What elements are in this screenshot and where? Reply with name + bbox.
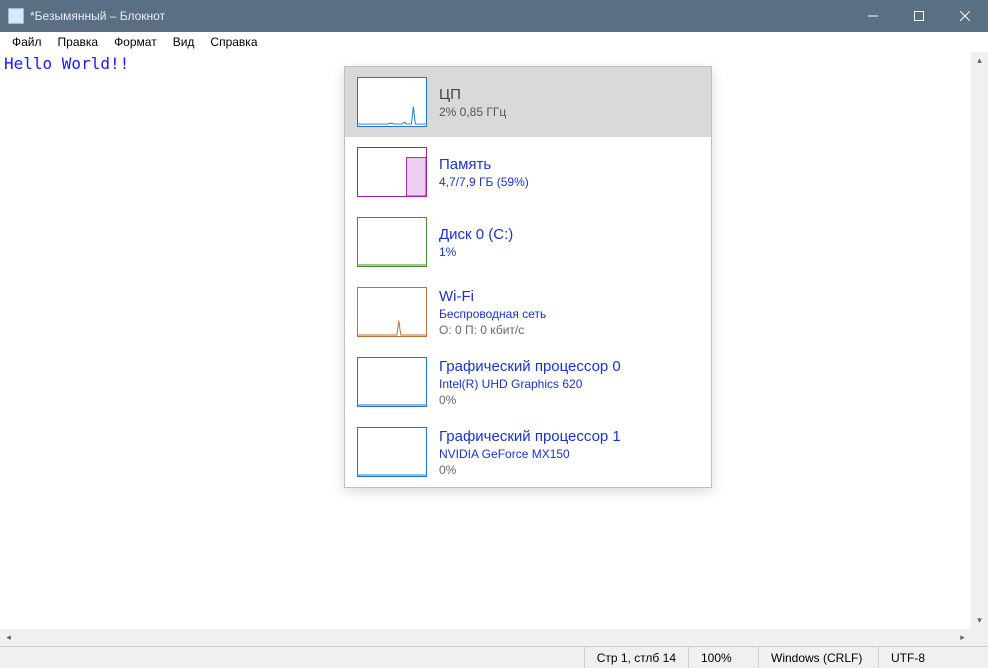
- status-zoom: 100%: [688, 647, 758, 668]
- perf-memory-sub: 4,7/7,9 ГБ (59%): [439, 175, 529, 189]
- scroll-down-icon[interactable]: ▾: [971, 612, 988, 629]
- perf-cpu[interactable]: ЦП 2% 0,85 ГГц: [345, 67, 711, 137]
- horizontal-scrollbar[interactable]: ◂ ▸: [0, 629, 971, 646]
- perf-gpu1-chart: [357, 427, 427, 477]
- perf-gpu1[interactable]: Графический процессор 1 NVIDIA GeForce M…: [345, 417, 711, 487]
- status-encoding: UTF-8: [878, 647, 988, 668]
- perf-gpu0-sub2: 0%: [439, 393, 621, 407]
- perf-disk-chart: [357, 217, 427, 267]
- menu-format[interactable]: Формат: [106, 33, 165, 51]
- perf-disk-title: Диск 0 (C:): [439, 226, 513, 243]
- minimize-button[interactable]: [850, 0, 896, 32]
- perf-gpu1-sub2: 0%: [439, 463, 621, 477]
- perf-memory[interactable]: Память 4,7/7,9 ГБ (59%): [345, 137, 711, 207]
- scroll-right-icon[interactable]: ▸: [954, 629, 971, 646]
- perf-gpu1-sub: NVIDIA GeForce MX150: [439, 447, 621, 461]
- notepad-icon: [8, 8, 24, 24]
- perf-gpu0-chart: [357, 357, 427, 407]
- menu-edit[interactable]: Правка: [50, 33, 107, 51]
- scroll-up-icon[interactable]: ▴: [971, 52, 988, 69]
- scrollbar-corner: [971, 629, 988, 646]
- scroll-left-icon[interactable]: ◂: [0, 629, 17, 646]
- perf-disk[interactable]: Диск 0 (C:) 1%: [345, 207, 711, 277]
- perf-memory-chart: [357, 147, 427, 197]
- perf-disk-sub: 1%: [439, 245, 513, 259]
- close-button[interactable]: [942, 0, 988, 32]
- perf-gpu1-title: Графический процессор 1: [439, 428, 621, 445]
- perf-wifi[interactable]: Wi-Fi Беспроводная сеть О: 0 П: 0 кбит/с: [345, 277, 711, 347]
- window-title: *Безымянный – Блокнот: [30, 9, 850, 23]
- perf-gpu0-sub: Intel(R) UHD Graphics 620: [439, 377, 621, 391]
- scroll-track[interactable]: [971, 69, 988, 612]
- perf-wifi-sub2: О: 0 П: 0 кбит/с: [439, 323, 546, 337]
- menubar: Файл Правка Формат Вид Справка: [0, 32, 988, 52]
- perf-overlay: ЦП 2% 0,85 ГГц Память 4,7/7,9 ГБ (59%) Д…: [344, 66, 712, 488]
- perf-wifi-sub: Беспроводная сеть: [439, 307, 546, 321]
- perf-wifi-chart: [357, 287, 427, 337]
- menu-help[interactable]: Справка: [202, 33, 265, 51]
- titlebar[interactable]: *Безымянный – Блокнот: [0, 0, 988, 32]
- maximize-button[interactable]: [896, 0, 942, 32]
- perf-gpu0[interactable]: Графический процессор 0 Intel(R) UHD Gra…: [345, 347, 711, 417]
- status-eol: Windows (CRLF): [758, 647, 878, 668]
- perf-cpu-title: ЦП: [439, 86, 506, 103]
- statusbar: Стр 1, стлб 14 100% Windows (CRLF) UTF-8: [0, 646, 988, 668]
- perf-cpu-sub: 2% 0,85 ГГц: [439, 105, 506, 119]
- window-controls: [850, 0, 988, 32]
- menu-view[interactable]: Вид: [165, 33, 203, 51]
- perf-memory-title: Память: [439, 156, 529, 173]
- perf-cpu-chart: [357, 77, 427, 127]
- scroll-track[interactable]: [17, 629, 954, 646]
- vertical-scrollbar[interactable]: ▴ ▾: [971, 52, 988, 629]
- editor-area: Hello World!! ▴ ▾ ◂ ▸ ЦП 2% 0,85 ГГц Пам…: [0, 52, 988, 646]
- perf-wifi-title: Wi-Fi: [439, 288, 546, 305]
- status-position: Стр 1, стлб 14: [584, 647, 688, 668]
- perf-gpu0-title: Графический процессор 0: [439, 358, 621, 375]
- menu-file[interactable]: Файл: [4, 33, 50, 51]
